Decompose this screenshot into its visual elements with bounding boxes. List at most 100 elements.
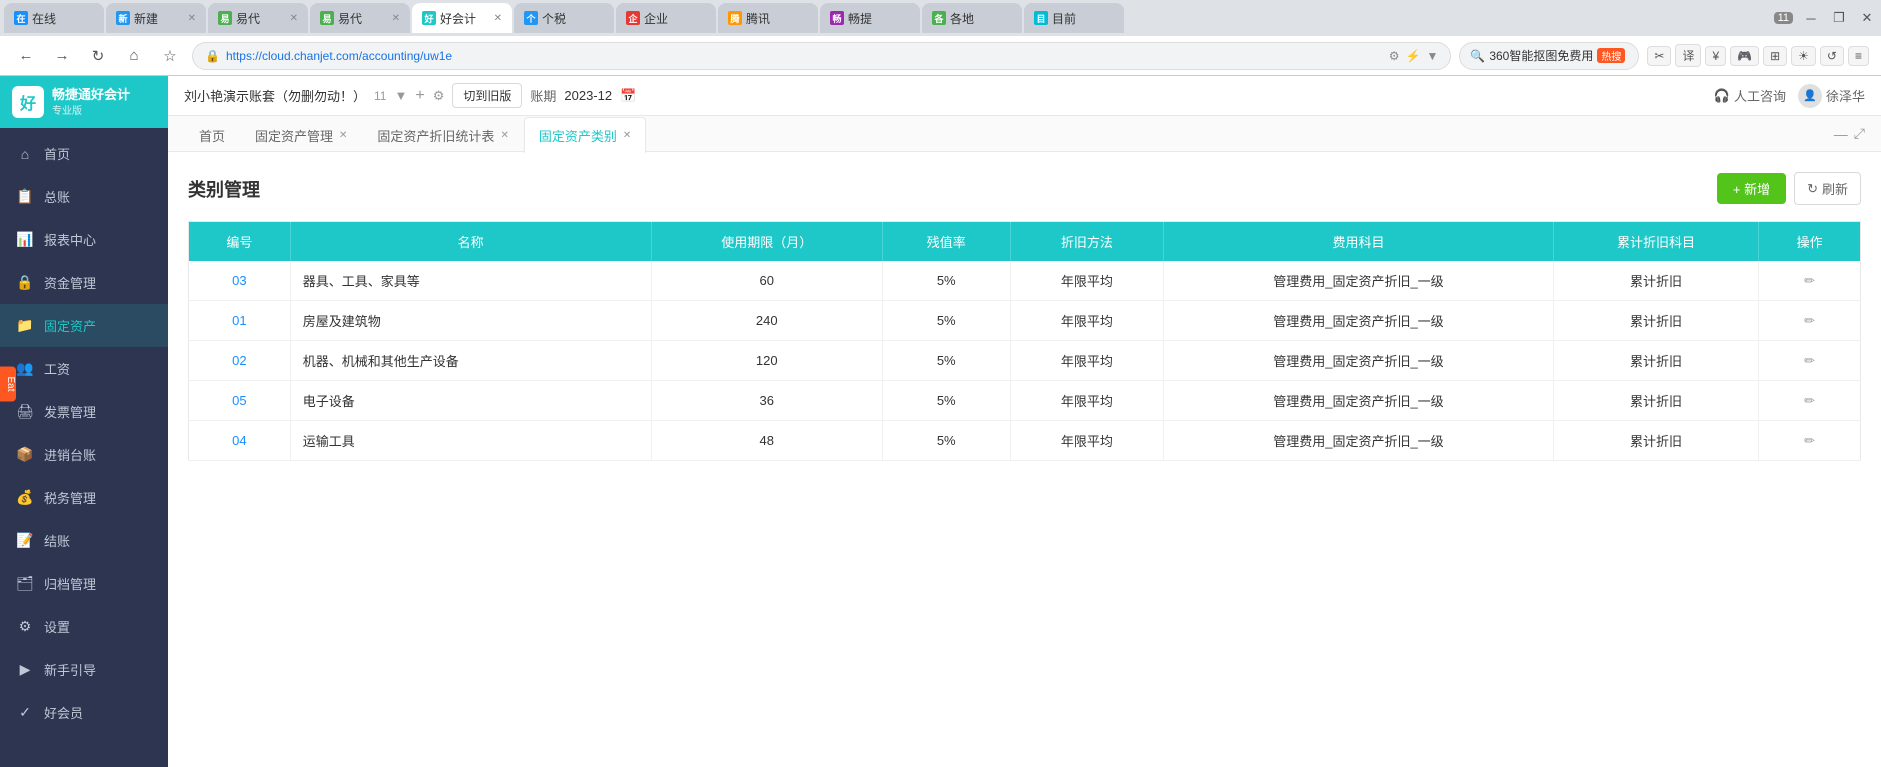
cell-action[interactable]: ✏	[1759, 341, 1861, 381]
browser-tab-t9[interactable]: 畅 畅提	[820, 3, 920, 33]
sidebar-item-tax[interactable]: 💰 税务管理	[0, 476, 168, 519]
cell-code[interactable]: 05	[189, 381, 291, 421]
bookmark-button[interactable]: ☆	[156, 42, 184, 70]
edit-icon[interactable]: ✏	[1804, 433, 1815, 448]
cell-code[interactable]: 03	[189, 261, 291, 301]
browser-tab-t8[interactable]: 腾 腾讯	[718, 3, 818, 33]
forward-button[interactable]: →	[48, 42, 76, 70]
url-dropdown[interactable]: ▼	[1426, 49, 1438, 63]
tab-close[interactable]: ✕	[290, 13, 298, 24]
content-tab-close-category[interactable]: ✕	[623, 130, 631, 141]
switch-version-btn[interactable]: 切到旧版	[452, 83, 522, 108]
cell-residual: 5%	[882, 341, 1010, 381]
window-restore[interactable]: ❐	[1829, 8, 1849, 28]
tab-close[interactable]: ✕	[494, 13, 502, 24]
maximize-tab-window[interactable]: ⤢	[1854, 125, 1865, 142]
sidebar-item-reports[interactable]: 📊 报表中心	[0, 218, 168, 261]
grid-tool[interactable]: ⊞	[1763, 46, 1787, 66]
browser-tab-t11[interactable]: 目 目前	[1024, 3, 1124, 33]
tab-close[interactable]: ✕	[188, 13, 196, 24]
sidebar-item-settings[interactable]: ⚙ 设置	[0, 605, 168, 648]
cell-action[interactable]: ✏	[1759, 381, 1861, 421]
browser-chrome: 在 在线 新 新建 ✕ 易 易代 ✕ 易 易代 ✕ 好 好会计 ✕ 个 个税 企…	[0, 0, 1881, 76]
sidebar-item-funds[interactable]: 🔒 资金管理	[0, 261, 168, 304]
refresh-button[interactable]: ↻	[84, 42, 112, 70]
table-row: 05 电子设备 36 5% 年限平均 管理费用_固定资产折旧_一级 累计折旧 ✏	[189, 381, 1861, 421]
menu-label-payroll: 工资	[44, 359, 70, 378]
tab-close[interactable]: ✕	[392, 13, 400, 24]
home-button[interactable]: ⌂	[120, 42, 148, 70]
browser-tab-t4[interactable]: 易 易代 ✕	[310, 3, 410, 33]
user-info[interactable]: 👤 徐泽华	[1798, 84, 1865, 108]
game-tool[interactable]: 🎮	[1730, 46, 1759, 66]
sidebar-item-inventory[interactable]: 📦 进销台账	[0, 433, 168, 476]
scissors-tool[interactable]: ✂	[1647, 46, 1671, 66]
cell-code[interactable]: 04	[189, 421, 291, 461]
settings-icon[interactable]: ⚙	[433, 88, 445, 104]
content-tab-fixed-mgmt[interactable]: 固定资产管理 ✕	[240, 117, 362, 153]
edit-icon[interactable]: ✏	[1804, 353, 1815, 368]
cell-action[interactable]: ✏	[1759, 301, 1861, 341]
sidebar-item-guide[interactable]: ▶ 新手引导	[0, 648, 168, 691]
add-btn[interactable]: + 新增	[1717, 173, 1786, 204]
tab-favicon: 各	[932, 11, 946, 25]
main-content: 刘小艳演示账套（勿删勿动！） 11 ▼ + ⚙ 切到旧版 账期 2023-12 …	[168, 76, 1881, 767]
tab-favicon: 易	[218, 11, 232, 25]
content-tab-category[interactable]: 固定资产类别 ✕	[524, 117, 646, 153]
sidebar-item-fixed-assets[interactable]: 📁 固定资产	[0, 304, 168, 347]
sidebar-item-home[interactable]: ⌂ 首页	[0, 132, 168, 175]
window-close[interactable]: ✕	[1857, 8, 1877, 28]
menu-tool[interactable]: ≡	[1848, 46, 1869, 66]
logo-icon: 好	[12, 86, 44, 118]
tab-favicon: 目	[1034, 11, 1048, 25]
content-tab-close-depreciation-stat[interactable]: ✕	[500, 130, 508, 141]
cell-code[interactable]: 02	[189, 341, 291, 381]
browser-tab-t1[interactable]: 在 在线	[4, 3, 104, 33]
edit-icon[interactable]: ✏	[1804, 273, 1815, 288]
sidebar-item-ledger[interactable]: 📋 总账	[0, 175, 168, 218]
browser-tab-t7[interactable]: 企 企业	[616, 3, 716, 33]
refresh-btn[interactable]: ↻ 刷新	[1794, 172, 1861, 205]
content-tab-depreciation-stat[interactable]: 固定资产折旧统计表 ✕	[362, 117, 523, 153]
back-button[interactable]: ←	[12, 42, 40, 70]
cell-action[interactable]: ✏	[1759, 261, 1861, 301]
table-header-费用科目: 费用科目	[1164, 222, 1554, 262]
browser-tab-t6[interactable]: 个 个税	[514, 3, 614, 33]
coin-tool[interactable]: ¥	[1705, 46, 1726, 66]
cell-expense: 管理费用_固定资产折旧_一级	[1164, 301, 1554, 341]
search-box[interactable]: 🔍 360智能抠图免费用 热搜	[1459, 42, 1639, 70]
sidebar-item-payroll[interactable]: 👥 工资	[0, 347, 168, 390]
cell-code[interactable]: 01	[189, 301, 291, 341]
menu-label-tax: 税务管理	[44, 488, 96, 507]
sidebar-item-closing[interactable]: 📝 结账	[0, 519, 168, 562]
cell-name: 器具、工具、家具等	[290, 261, 651, 301]
dropdown-icon[interactable]: ▼	[394, 88, 407, 103]
content-tab-close-fixed-mgmt[interactable]: ✕	[339, 130, 347, 141]
browser-tab-t2[interactable]: 新 新建 ✕	[106, 3, 206, 33]
sidebar-item-help[interactable]: ✓ 好会员	[0, 691, 168, 734]
undo-tool[interactable]: ↺	[1820, 46, 1844, 66]
url-box[interactable]: 🔒 https://cloud.chanjet.com/accounting/u…	[192, 42, 1451, 70]
browser-tab-t10[interactable]: 各 各地	[922, 3, 1022, 33]
cell-action[interactable]: ✏	[1759, 421, 1861, 461]
edit-icon[interactable]: ✏	[1804, 393, 1815, 408]
minimize-tab-window[interactable]: —	[1834, 126, 1848, 142]
translate-tool[interactable]: 译	[1675, 44, 1701, 67]
sidebar-item-invoices[interactable]: 🖨 发票管理	[0, 390, 168, 433]
calendar-icon[interactable]: 📅	[620, 88, 636, 104]
period-label: 账期	[530, 86, 556, 105]
support-btn[interactable]: 🎧 人工咨询	[1714, 86, 1786, 105]
app-header-right: 🎧 人工咨询 👤 徐泽华	[1714, 84, 1865, 108]
content-tab-home[interactable]: 首页	[184, 117, 240, 153]
sun-tool[interactable]: ☀	[1791, 46, 1816, 66]
menu-label-archive: 归档管理	[44, 574, 96, 593]
edit-icon[interactable]: ✏	[1804, 313, 1815, 328]
add-company-icon[interactable]: +	[415, 87, 424, 105]
eat-badge[interactable]: Eat	[0, 366, 16, 401]
browser-tab-t5[interactable]: 好 好会计 ✕	[412, 3, 512, 33]
tab-favicon: 畅	[830, 11, 844, 25]
menu-label-funds: 资金管理	[44, 273, 96, 292]
browser-tab-t3[interactable]: 易 易代 ✕	[208, 3, 308, 33]
sidebar-item-archive[interactable]: 🗂 归档管理	[0, 562, 168, 605]
window-minimize[interactable]: ─	[1801, 8, 1821, 28]
